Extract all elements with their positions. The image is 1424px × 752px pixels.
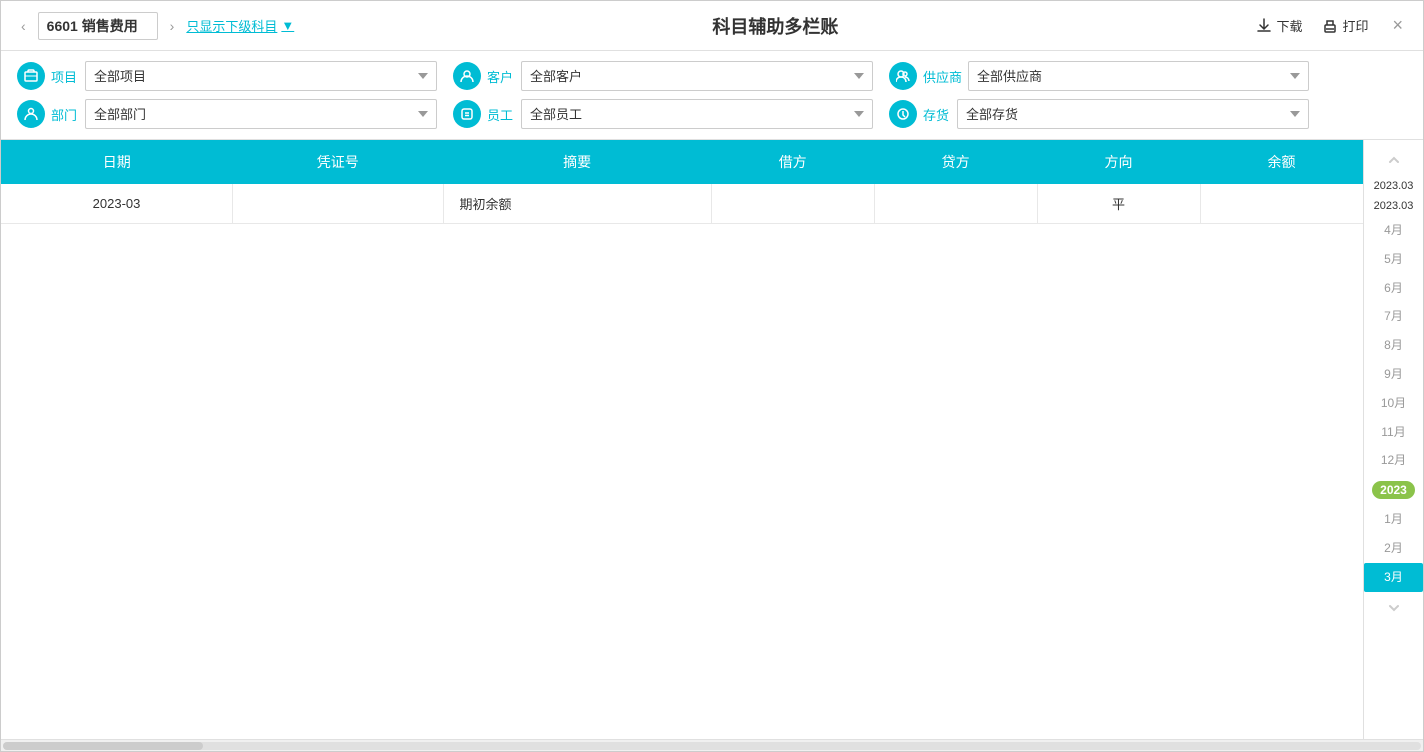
print-icon bbox=[1322, 18, 1338, 34]
table-area[interactable]: 日期 凭证号 摘要 借方 贷方 方向 余额 2023-03 期初余额 bbox=[1, 140, 1363, 739]
col-summary: 摘要 bbox=[443, 140, 711, 184]
cell-date: 2023-03 bbox=[1, 184, 233, 224]
scrollbar-thumb[interactable] bbox=[3, 742, 203, 750]
prev-account-arrow[interactable]: ‹ bbox=[17, 16, 30, 36]
download-button[interactable]: 下载 bbox=[1256, 16, 1302, 35]
page-title: 科目辅助多栏账 bbox=[712, 13, 838, 39]
filter-employee: 员工 全部员工 bbox=[453, 99, 873, 129]
table-row: 2023-03 期初余额 平 bbox=[1, 184, 1363, 224]
customer-select[interactable]: 全部客户 bbox=[521, 61, 873, 91]
horizontal-scrollbar[interactable] bbox=[1, 739, 1423, 751]
month-item-9[interactable]: 9月 bbox=[1364, 360, 1423, 389]
month-item-8[interactable]: 8月 bbox=[1364, 331, 1423, 360]
employee-select[interactable]: 全部员工 bbox=[521, 99, 873, 129]
filter-customer: 客户 全部客户 bbox=[453, 61, 873, 91]
supplier-select[interactable]: 全部供应商 bbox=[968, 61, 1309, 91]
filter-row-1: 项目 全部项目 客户 全部客户 供应商 全部供 bbox=[17, 61, 1407, 91]
cell-debit bbox=[711, 184, 874, 224]
close-button[interactable]: × bbox=[1388, 11, 1407, 40]
month-item-4[interactable]: 4月 bbox=[1364, 216, 1423, 245]
main-window: ‹ 6601 销售费用 › 只显示下级科目 ▼ 科目辅助多栏账 下载 打印 bbox=[0, 0, 1424, 752]
filter-bar: 项目 全部项目 客户 全部客户 供应商 全部供 bbox=[1, 51, 1423, 140]
scrollbar-track bbox=[3, 742, 1421, 750]
title-left: ‹ 6601 销售费用 › 只显示下级科目 ▼ bbox=[17, 12, 294, 40]
month-item-10[interactable]: 10月 bbox=[1364, 389, 1423, 418]
customer-label: 客户 bbox=[487, 67, 515, 86]
project-select[interactable]: 全部项目 bbox=[85, 61, 437, 91]
month-item-2[interactable]: 2月 bbox=[1364, 534, 1423, 563]
month-item-7[interactable]: 7月 bbox=[1364, 302, 1423, 331]
table-body: 2023-03 期初余额 平 bbox=[1, 184, 1363, 224]
col-balance: 余额 bbox=[1200, 140, 1363, 184]
download-icon bbox=[1256, 18, 1272, 34]
year-badge: 2023 bbox=[1372, 481, 1415, 499]
department-select[interactable]: 全部部门 bbox=[85, 99, 437, 129]
col-direction: 方向 bbox=[1037, 140, 1200, 184]
dropdown-arrow-icon: ▼ bbox=[281, 18, 294, 33]
month-item-3-active[interactable]: 3月 bbox=[1364, 563, 1423, 592]
month-item-5[interactable]: 5月 bbox=[1364, 245, 1423, 274]
month-item-1[interactable]: 1月 bbox=[1364, 505, 1423, 534]
col-debit: 借方 bbox=[711, 140, 874, 184]
table-header: 日期 凭证号 摘要 借方 贷方 方向 余额 bbox=[1, 140, 1363, 184]
supplier-icon bbox=[889, 62, 917, 90]
inventory-icon bbox=[889, 100, 917, 128]
filter-supplier: 供应商 全部供应商 bbox=[889, 61, 1309, 91]
month-item-12[interactable]: 12月 bbox=[1364, 446, 1423, 475]
department-label: 部门 bbox=[51, 105, 79, 124]
cell-summary: 期初余额 bbox=[443, 184, 711, 224]
inventory-label: 存货 bbox=[923, 105, 951, 124]
filter-row-2: 部门 全部部门 员工 全部员工 存货 全部存货 bbox=[17, 99, 1407, 129]
month-nav-up-arrow[interactable] bbox=[1378, 144, 1410, 176]
title-right: 下载 打印 × bbox=[1256, 11, 1407, 40]
month-item-6[interactable]: 6月 bbox=[1364, 274, 1423, 303]
month-nav-down-arrow[interactable] bbox=[1378, 592, 1410, 624]
cell-voucher bbox=[233, 184, 443, 224]
department-icon bbox=[17, 100, 45, 128]
customer-icon bbox=[453, 62, 481, 90]
project-icon bbox=[17, 62, 45, 90]
next-account-arrow[interactable]: › bbox=[166, 16, 179, 36]
month-navigator: 2023.03 2023.03 4月 5月 6月 7月 8月 9月 10月 11… bbox=[1363, 140, 1423, 739]
print-button[interactable]: 打印 bbox=[1322, 16, 1368, 35]
filter-inventory: 存货 全部存货 bbox=[889, 99, 1309, 129]
show-sub-button[interactable]: 只显示下级科目 ▼ bbox=[186, 16, 294, 35]
cell-credit bbox=[874, 184, 1037, 224]
cell-direction: 平 bbox=[1037, 184, 1200, 224]
col-voucher: 凭证号 bbox=[233, 140, 443, 184]
title-bar: ‹ 6601 销售费用 › 只显示下级科目 ▼ 科目辅助多栏账 下载 打印 bbox=[1, 1, 1423, 51]
employee-icon bbox=[453, 100, 481, 128]
main-content: 日期 凭证号 摘要 借方 贷方 方向 余额 2023-03 期初余额 bbox=[1, 140, 1423, 739]
selected-month-2[interactable]: 2023.03 bbox=[1364, 196, 1423, 216]
filter-department: 部门 全部部门 bbox=[17, 99, 437, 129]
col-credit: 贷方 bbox=[874, 140, 1037, 184]
col-date: 日期 bbox=[1, 140, 233, 184]
supplier-label: 供应商 bbox=[923, 67, 962, 86]
employee-label: 员工 bbox=[487, 105, 515, 124]
filter-project: 项目 全部项目 bbox=[17, 61, 437, 91]
year-badge-container: 2023 bbox=[1372, 475, 1415, 505]
cell-balance bbox=[1200, 184, 1363, 224]
ledger-table: 日期 凭证号 摘要 借方 贷方 方向 余额 2023-03 期初余额 bbox=[1, 140, 1363, 224]
project-label: 项目 bbox=[51, 67, 79, 86]
selected-month-1[interactable]: 2023.03 bbox=[1364, 176, 1423, 196]
account-code: 6601 销售费用 bbox=[38, 12, 158, 40]
month-item-11[interactable]: 11月 bbox=[1364, 418, 1423, 447]
inventory-select[interactable]: 全部存货 bbox=[957, 99, 1309, 129]
